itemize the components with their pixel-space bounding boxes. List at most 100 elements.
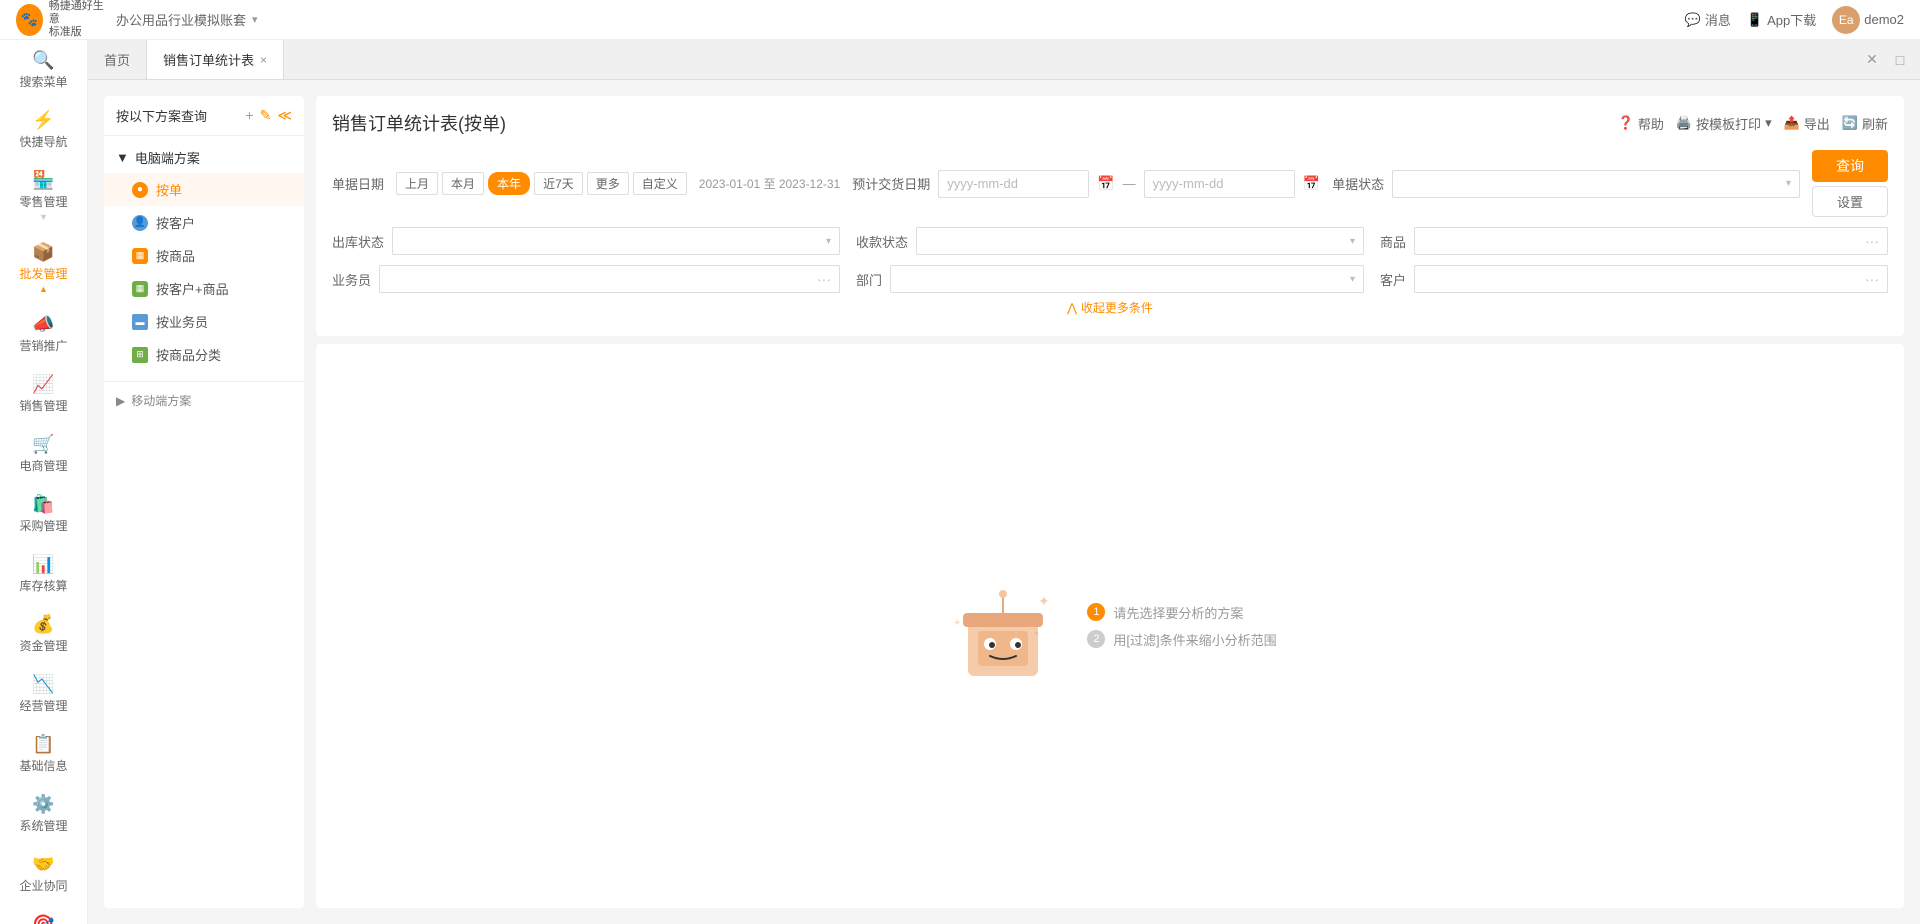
sidebar-item-enterprise[interactable]: 🤝 企业协同 (0, 844, 87, 904)
tab-bar-right: ✕ □ (1860, 48, 1920, 72)
salesperson-ellipsis[interactable]: ··· (817, 271, 831, 287)
date-btn-this-year[interactable]: 本年 (488, 172, 530, 195)
date-btn-7days[interactable]: 近7天 (534, 172, 583, 195)
sidebar-item-sales[interactable]: 📈 销售管理 (0, 364, 87, 424)
user-profile[interactable]: Ea demo2 (1832, 6, 1904, 34)
window-max-btn[interactable]: □ (1888, 48, 1912, 72)
filter-area: 销售订单统计表(按单) ❓ 帮助 🖨️ 按模板打印 ▾ (316, 96, 1904, 336)
sidebar-item-newbie[interactable]: 🎯 新手引导 (0, 904, 87, 924)
sidebar-item-wholesale[interactable]: 📦 批发管理 ▲ (0, 232, 87, 304)
refresh-btn[interactable]: 🔄 刷新 (1842, 114, 1888, 133)
print-icon: 🖨️ (1676, 115, 1692, 131)
order-status-arrow: ▾ (1786, 178, 1791, 189)
tab-home[interactable]: 首页 (88, 40, 147, 79)
by-product-icon: ▦ (132, 248, 148, 264)
shipping-status-select[interactable]: ▾ (392, 227, 840, 255)
calendar-start-icon[interactable]: 📅 (1097, 175, 1114, 192)
date-range-text: 2023-01-01 至 2023-12-31 (699, 175, 840, 192)
window-close-btn[interactable]: ✕ (1860, 48, 1884, 72)
collapse-arrow-icon: ⋀ (1067, 301, 1077, 315)
collapse-panel-btn[interactable]: ≪ (277, 107, 292, 124)
tab-close-btn[interactable]: × (260, 53, 267, 67)
sidebar-item-finance[interactable]: 💰 资金管理 (0, 604, 87, 664)
export-btn[interactable]: 📤 导出 (1784, 114, 1830, 133)
sidebar-item-purchase[interactable]: 🛍️ 采购管理 (0, 484, 87, 544)
delivery-date-start[interactable] (938, 170, 1089, 198)
date-btn-this-month[interactable]: 本月 (442, 172, 484, 195)
sidebar-item-marketing[interactable]: 📣 营销推广 (0, 304, 87, 364)
customer-ellipsis[interactable]: ··· (1865, 271, 1879, 287)
collapse-row[interactable]: ⋀ 收起更多条件 (332, 293, 1888, 322)
pc-group-header[interactable]: ▼ 电脑端方案 (104, 142, 304, 173)
salesperson-select[interactable]: ··· (379, 265, 840, 293)
customer-label: 客户 (1380, 270, 1406, 289)
schema-item-by-product[interactable]: ▦ 按商品 (104, 239, 304, 272)
order-status-select[interactable]: ▾ (1392, 170, 1800, 198)
salesperson-group: 业务员 ··· (332, 265, 840, 293)
app-download-action[interactable]: 📱 App下载 (1747, 10, 1816, 29)
empty-tip-2: 2 用[过滤]条件来缩小分析范围 (1087, 630, 1276, 649)
sidebar-item-basics[interactable]: 📋 基础信息 (0, 724, 87, 784)
sidebar-item-ecommerce[interactable]: 🛒 电商管理 (0, 424, 87, 484)
print-btn[interactable]: 🖨️ 按模板打印 ▾ (1676, 114, 1772, 133)
help-btn[interactable]: ❓ 帮助 (1618, 114, 1664, 133)
tip-num-2: 2 (1087, 630, 1105, 648)
content-area: 首页 销售订单统计表 × ✕ □ 按以下方案查询 (88, 40, 1920, 924)
sidebar-item-search[interactable]: 🔍 搜索菜单 (0, 40, 87, 100)
tab-bar: 首页 销售订单统计表 × ✕ □ (88, 40, 1920, 80)
sidebar-item-retail[interactable]: 🏪 零售管理 ▼ (0, 160, 87, 232)
left-panel-header: 按以下方案查询 + ✎ ≪ (104, 96, 304, 136)
by-salesperson-icon: ▬ (132, 314, 148, 330)
export-icon: 📤 (1784, 115, 1800, 131)
wholesale-arrow: ▲ (39, 284, 48, 294)
edit-schema-btn[interactable]: ✎ (260, 107, 272, 124)
add-schema-btn[interactable]: + (245, 107, 253, 124)
schema-item-by-product-category[interactable]: ⊞ 按商品分类 (104, 338, 304, 371)
product-group: 商品 ··· (1380, 227, 1888, 255)
right-panel: 销售订单统计表(按单) ❓ 帮助 🖨️ 按模板打印 ▾ (316, 96, 1904, 908)
finance-icon: 💰 (32, 614, 54, 635)
mobile-group-header[interactable]: ▶ 移动端方案 (104, 386, 304, 415)
dropdown-icon[interactable]: ▾ (252, 13, 258, 26)
shipping-status-label: 出库状态 (332, 232, 384, 251)
settings-button[interactable]: 设置 (1812, 186, 1888, 217)
data-area: ✦ ✦ ✦ 1 请先选择要分析的方案 (316, 344, 1904, 908)
sidebar-item-inventory[interactable]: 📊 库存核算 (0, 544, 87, 604)
date-btn-custom[interactable]: 自定义 (633, 172, 687, 195)
avatar: Ea (1832, 6, 1860, 34)
delivery-date-end[interactable] (1144, 170, 1295, 198)
empty-svg: ✦ ✦ ✦ (948, 576, 1058, 686)
schema-item-by-order[interactable]: ● 按单 (104, 173, 304, 206)
tab-active[interactable]: 销售订单统计表 × (147, 40, 284, 79)
product-label: 商品 (1380, 232, 1406, 251)
payment-status-group: 收款状态 ▾ (856, 227, 1364, 255)
page-content: 按以下方案查询 + ✎ ≪ ▼ 电脑端方案 (88, 80, 1920, 924)
query-button[interactable]: 查询 (1812, 150, 1888, 182)
product-ellipsis[interactable]: ··· (1865, 233, 1879, 249)
sidebar-item-system[interactable]: ⚙️ 系统管理 (0, 784, 87, 844)
schema-item-by-salesperson[interactable]: ▬ 按业务员 (104, 305, 304, 338)
payment-status-select[interactable]: ▾ (916, 227, 1364, 255)
action-btns: 查询 设置 (1812, 150, 1888, 217)
filter-row-2: 出库状态 ▾ 收款状态 ▾ (332, 227, 1888, 255)
date-btn-last-month[interactable]: 上月 (396, 172, 438, 195)
empty-img: ✦ ✦ ✦ (943, 566, 1063, 686)
sidebar-item-shortcuts[interactable]: ⚡ 快捷导航 (0, 100, 87, 160)
schema-item-by-customer-product[interactable]: ▦ 按客户+商品 (104, 272, 304, 305)
customer-select[interactable]: ··· (1414, 265, 1888, 293)
schema-section-pc: ▼ 电脑端方案 ● 按单 👤 按客户 (104, 136, 304, 377)
ecommerce-icon: 🛒 (32, 434, 54, 455)
page-title-actions: ❓ 帮助 🖨️ 按模板打印 ▾ 📤 导出 (1618, 114, 1888, 133)
left-panel: 按以下方案查询 + ✎ ≪ ▼ 电脑端方案 (104, 96, 304, 908)
page-title: 销售订单统计表(按单) (332, 110, 506, 136)
schema-item-by-customer[interactable]: 👤 按客户 (104, 206, 304, 239)
product-select[interactable]: ··· (1414, 227, 1888, 255)
top-bar: 🐾 畅捷通好生意 标准版 办公用品行业模拟账套 ▾ 💬 消息 📱 App下载 E… (0, 0, 1920, 40)
sidebar-item-operations[interactable]: 📉 经营管理 (0, 664, 87, 724)
department-select[interactable]: ▾ (890, 265, 1364, 293)
department-label: 部门 (856, 270, 882, 289)
date-btn-more[interactable]: 更多 (587, 172, 629, 195)
message-action[interactable]: 💬 消息 (1685, 10, 1731, 29)
top-bar-title: 办公用品行业模拟账套 (116, 10, 246, 29)
calendar-end-icon[interactable]: 📅 (1303, 175, 1320, 192)
